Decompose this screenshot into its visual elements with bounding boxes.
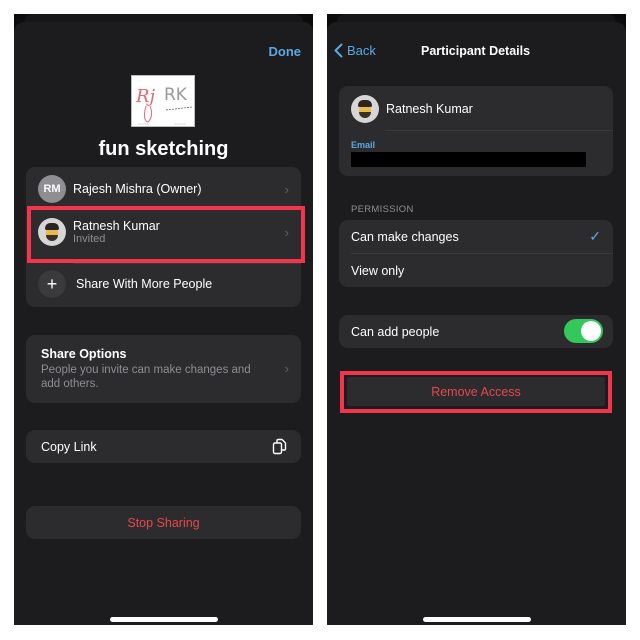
permission-label: View only [351,263,405,278]
avatar-memoji-icon [351,95,379,123]
home-indicator [423,617,531,622]
permission-header: PERMISSION [351,204,414,215]
home-indicator [110,617,218,622]
can-add-people-toggle[interactable] [564,319,603,343]
share-options-title: Share Options [41,347,127,361]
participant-name: Rajesh Mishra (Owner) [73,182,202,196]
toggle-knob [581,321,601,341]
participant-details-sheet: Back Participant Details Ratnesh Kumar E… [327,22,626,625]
share-sheet: Done Rj RK fun sketching RM Rajesh Mishr… [14,22,313,625]
share-options-description: People you invite can make changes and a… [41,364,251,390]
chevron-right-icon: › [284,181,289,197]
email-value-redacted [351,152,586,167]
sketch-drawing: Rj RK [135,85,193,125]
chevron-left-icon [334,43,343,58]
can-add-people-row: Can add people [339,315,613,348]
can-add-people-label: Can add people [351,325,440,339]
participant-header: Ratnesh Kumar [339,95,613,123]
sketch-red-text: Rj [135,86,156,107]
copy-link-icon [272,438,287,455]
avatar: RM [38,175,66,203]
document-thumbnail: Rj RK [131,75,195,127]
chevron-right-icon: › [284,361,289,376]
permission-option-view-only[interactable]: View only [339,254,613,287]
participant-details-screen: Back Participant Details Ratnesh Kumar E… [327,14,626,625]
share-options-button[interactable]: Share Options People you invite can make… [26,335,301,403]
checkmark-icon: ✓ [589,228,601,244]
participant-row-owner[interactable]: RM Rajesh Mishra (Owner) › [26,175,301,203]
share-more-label: Share With More People [76,277,213,291]
copy-link-label: Copy Link [41,440,97,454]
sketch-gray-text: RK [164,85,188,105]
share-with-more-people-button[interactable]: + Share With More People [26,269,301,299]
highlight-box [27,206,305,263]
done-button[interactable]: Done [269,44,302,59]
email-label: Email [351,140,376,150]
participant-card: Ratnesh Kumar Email [339,86,613,176]
permission-card: Can make changes ✓ View only [339,220,613,287]
divider [74,263,301,264]
permission-option-can-make-changes[interactable]: Can make changes ✓ [339,220,613,253]
copy-link-button[interactable]: Copy Link [26,430,301,463]
stop-sharing-button[interactable]: Stop Sharing [26,506,301,539]
nav-title: Participant Details [421,44,531,58]
share-sheet-screen: Done Rj RK fun sketching RM Rajesh Mishr… [14,14,313,625]
participant-name: Ratnesh Kumar [386,102,473,116]
highlight-box [340,371,612,413]
divider [385,130,613,131]
back-button[interactable]: Back [334,43,376,58]
permission-label: Can make changes [351,229,459,244]
back-label: Back [347,43,376,58]
document-title: fun sketching [98,138,229,160]
stop-sharing-label: Stop Sharing [127,515,200,530]
plus-icon: + [38,270,66,298]
